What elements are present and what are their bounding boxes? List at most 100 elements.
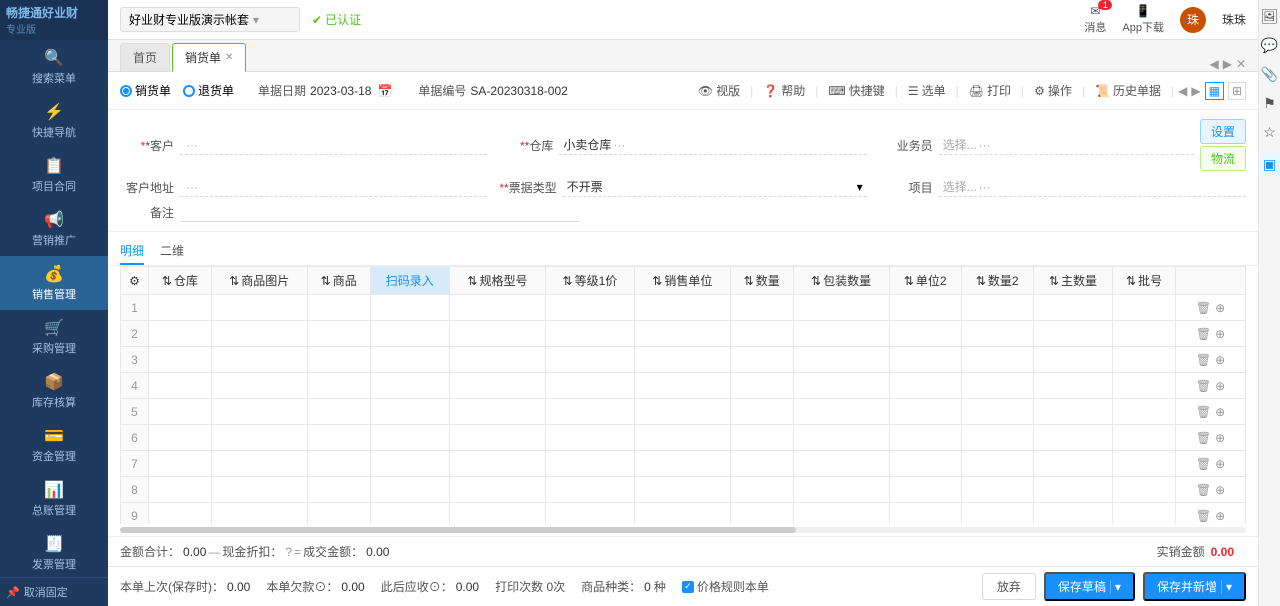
salesperson-dots[interactable]: ··· — [979, 138, 991, 152]
shortcut-btn[interactable]: ⌨ 快捷键 — [822, 80, 890, 101]
table-row[interactable]: 9🗑⊕ — [121, 503, 1246, 525]
delete-icon[interactable]: 🗑 — [1194, 431, 1213, 445]
delete-icon[interactable]: 🗑 — [1194, 301, 1213, 315]
sidebar-item-project[interactable]: 📋 项目合同 — [0, 148, 108, 202]
rp-attach-icon[interactable]: 📎 — [1261, 66, 1278, 83]
table-row[interactable]: 1🗑⊕ — [121, 295, 1246, 321]
cell-spec[interactable] — [449, 295, 545, 321]
project-input[interactable]: 选择... ··· — [939, 177, 1246, 197]
delete-icon[interactable]: 🗑 — [1194, 353, 1213, 367]
app-download-button[interactable]: 📱 App下载 — [1122, 4, 1164, 35]
delete-icon[interactable]: 🗑 — [1194, 405, 1213, 419]
copy-icon[interactable]: ⊕ — [1213, 353, 1227, 367]
message-button[interactable]: ✉ 消息 1 — [1084, 4, 1106, 35]
tab-prev-icon[interactable]: ◀ — [1209, 57, 1218, 71]
tab-sale-order[interactable]: 销货单 ✕ — [172, 43, 246, 72]
delete-icon[interactable]: 🗑 — [1194, 379, 1213, 393]
copy-icon[interactable]: ⊕ — [1213, 483, 1227, 497]
sidebar-item-invoice[interactable]: 🧾 发票管理 — [0, 526, 108, 577]
cell-mainqty[interactable] — [1033, 295, 1112, 321]
copy-icon[interactable]: ⊕ — [1213, 327, 1227, 341]
save-draft-arrow[interactable]: ▾ — [1110, 580, 1121, 594]
rp-flag-icon[interactable]: ⚑ — [1263, 95, 1276, 112]
copy-icon[interactable]: ⊕ — [1213, 509, 1227, 523]
user-avatar[interactable]: 珠 — [1180, 7, 1206, 33]
th-settings[interactable]: ⚙ — [121, 267, 149, 295]
delete-icon[interactable]: 🗑 — [1194, 457, 1213, 471]
sidebar-item-ledger[interactable]: 📊 总账管理 — [0, 472, 108, 526]
layout-list-icon[interactable]: ▦ — [1205, 82, 1224, 100]
cell-qty[interactable] — [730, 295, 793, 321]
stock-button[interactable]: 物流 — [1200, 146, 1246, 171]
rp-image-icon[interactable]: 🖼 — [1261, 8, 1279, 25]
view-btn[interactable]: 👁 视版 — [692, 80, 746, 101]
help-btn[interactable]: ❓ 帮助 — [757, 80, 811, 101]
rp-chat-icon[interactable]: 💬 — [1261, 37, 1278, 54]
table-row[interactable]: 8🗑⊕ — [121, 477, 1246, 503]
copy-icon[interactable]: ⊕ — [1213, 405, 1227, 419]
price-rule-item[interactable]: ✓ 价格规则本单 — [682, 578, 769, 595]
calendar-icon[interactable]: 📅 — [375, 84, 394, 98]
project-dots[interactable]: ··· — [979, 180, 991, 194]
ops-btn[interactable]: ⚙ 操作 — [1028, 80, 1078, 101]
salesperson-input[interactable]: 选择... ··· — [939, 135, 1194, 155]
sidebar-item-search[interactable]: 🔍 搜索菜单 — [0, 40, 108, 94]
customer-input[interactable]: ··· — [180, 135, 487, 155]
cell-scan[interactable] — [370, 295, 449, 321]
radio-sale[interactable]: 销货单 — [120, 82, 171, 99]
scroll-bar[interactable] — [108, 524, 1258, 536]
address-dots[interactable]: ··· — [186, 180, 198, 194]
delete-icon[interactable]: 🗑 — [1194, 327, 1213, 341]
delete-icon[interactable]: 🗑 — [1194, 509, 1213, 523]
sidebar-item-funds[interactable]: 💳 资金管理 — [0, 418, 108, 472]
abandon-button[interactable]: 放弃 — [982, 573, 1036, 600]
layout-grid-icon[interactable]: ⊞ — [1228, 82, 1246, 100]
warehouse-dots[interactable]: ··· — [613, 138, 625, 152]
cell-qty2[interactable] — [961, 295, 1033, 321]
cell-price1[interactable] — [546, 295, 635, 321]
th-scan[interactable]: 扫码录入 — [370, 267, 449, 295]
scrollbar-thumb[interactable] — [120, 527, 796, 533]
table-row[interactable]: 4🗑⊕ — [121, 373, 1246, 399]
company-selector[interactable]: 好业财专业版演示帐套 ▾ — [120, 7, 300, 32]
delete-icon[interactable]: 🗑 — [1194, 483, 1213, 497]
copy-icon[interactable]: ⊕ — [1213, 457, 1227, 471]
cell-product[interactable] — [307, 295, 370, 321]
sidebar-item-sales[interactable]: 💰 销售管理 — [0, 256, 108, 310]
tab-home[interactable]: 首页 — [120, 43, 170, 71]
cell-batch[interactable] — [1113, 295, 1176, 321]
invoice-select[interactable]: 不开票 ▾ — [563, 177, 867, 197]
nav-next-icon[interactable]: ▶ — [1191, 84, 1200, 98]
copy-icon[interactable]: ⊕ — [1213, 301, 1227, 315]
copy-icon[interactable]: ⊕ — [1213, 431, 1227, 445]
sidebar-pin-toggle[interactable]: 📌 取消固定 — [0, 577, 108, 606]
tab-close-icon[interactable]: ✕ — [225, 52, 233, 63]
save-draft-button[interactable]: 保存草稿 ▾ — [1044, 572, 1135, 601]
price-rule-checkbox[interactable]: ✓ — [682, 581, 694, 593]
radio-return[interactable]: 退货单 — [183, 82, 234, 99]
tab-2d[interactable]: 二维 — [160, 238, 184, 265]
cell-warehouse[interactable] — [149, 295, 212, 321]
tab-detail[interactable]: 明细 — [120, 238, 144, 265]
table-row[interactable]: 5🗑⊕ — [121, 399, 1246, 425]
settings-button[interactable]: 设置 — [1200, 119, 1246, 144]
tab-close-all-icon[interactable]: ✕ — [1236, 57, 1246, 71]
save-new-button[interactable]: 保存并新增 ▾ — [1143, 572, 1246, 601]
cell-unit2[interactable] — [889, 295, 961, 321]
rp-star-icon[interactable]: ☆ — [1263, 124, 1276, 141]
sidebar-item-inventory[interactable]: 📦 库存核算 — [0, 364, 108, 418]
sidebar-item-purchase[interactable]: 🛒 采购管理 — [0, 310, 108, 364]
rp-active-icon[interactable]: ▣ — [1259, 153, 1280, 175]
cell-pkg[interactable] — [793, 295, 889, 321]
cell-unit[interactable] — [634, 295, 730, 321]
copy-icon[interactable]: ⊕ — [1213, 379, 1227, 393]
select-btn[interactable]: ☰ 选单 — [902, 80, 952, 101]
print-btn[interactable]: 🖨 打印 — [963, 80, 1017, 101]
tab-next-icon[interactable]: ▶ — [1223, 57, 1232, 71]
remark-input[interactable] — [180, 203, 580, 222]
sidebar-item-marketing[interactable]: 📢 营销推广 — [0, 202, 108, 256]
table-row[interactable]: 3🗑⊕ — [121, 347, 1246, 373]
address-input[interactable]: ··· — [180, 177, 487, 197]
table-row[interactable]: 7🗑⊕ — [121, 451, 1246, 477]
history-btn[interactable]: 📜 历史单据 — [1089, 80, 1167, 101]
